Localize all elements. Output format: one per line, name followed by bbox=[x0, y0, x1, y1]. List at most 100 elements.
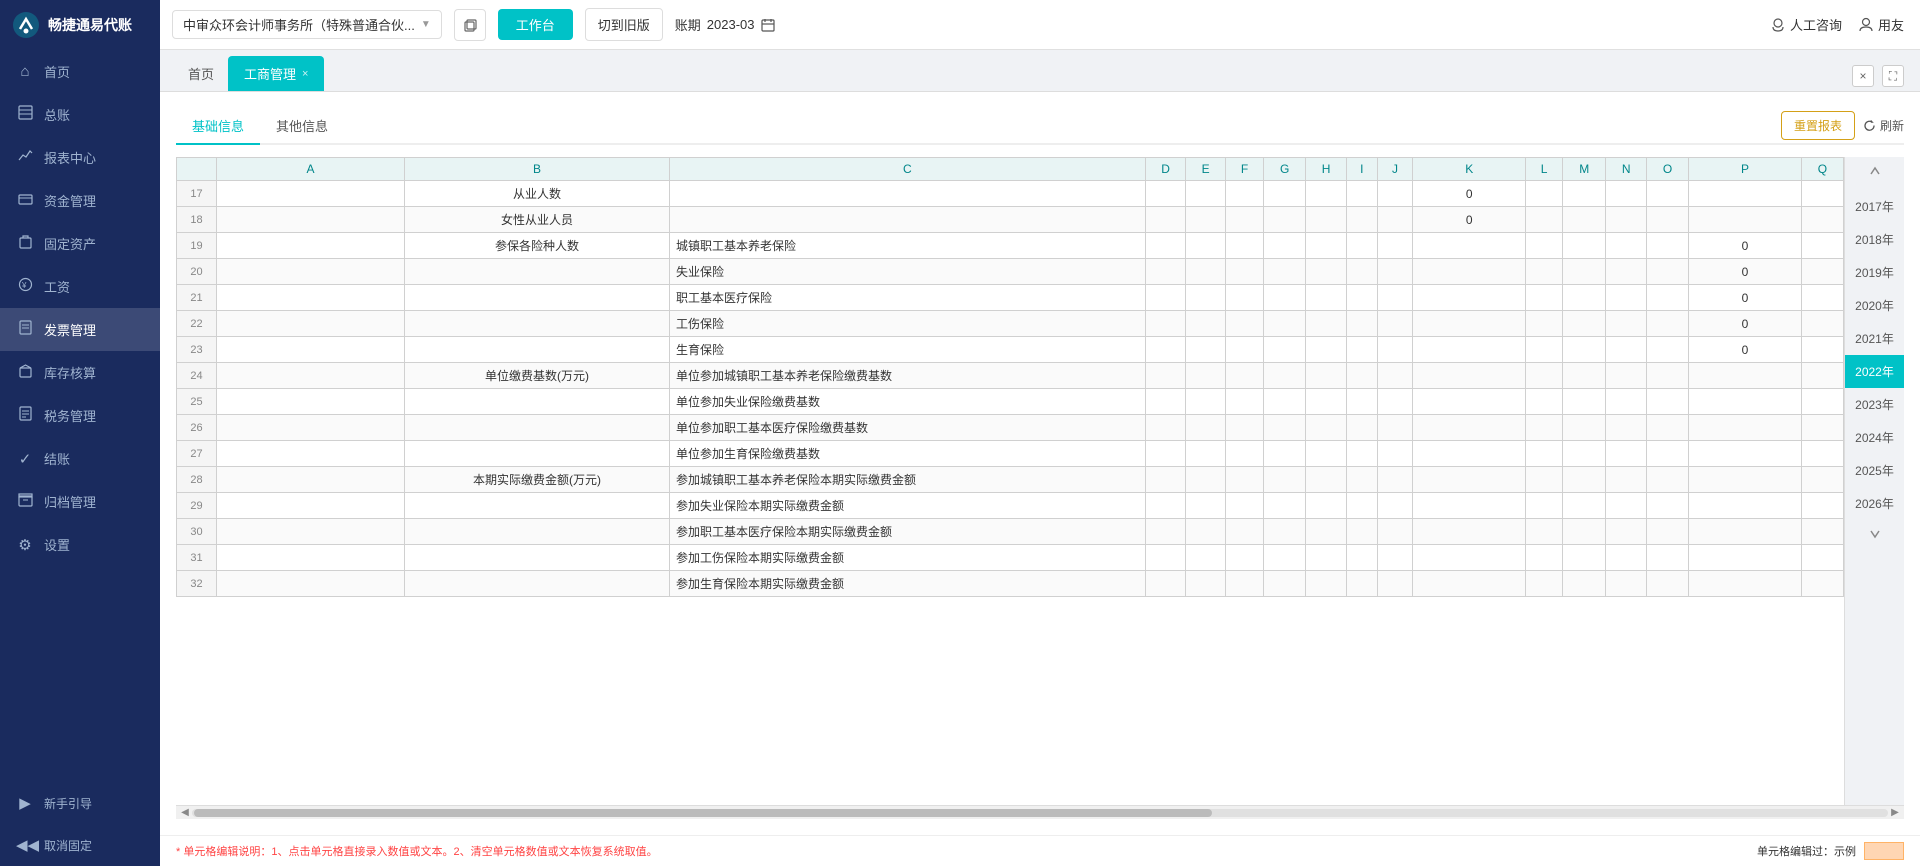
year-item-2024[interactable]: 2024年 bbox=[1845, 421, 1904, 454]
cell-29-j[interactable] bbox=[1377, 493, 1413, 519]
refresh-button[interactable]: 刷新 bbox=[1863, 111, 1904, 140]
company-selector[interactable]: 中审众环会计师事务所（特殊普通合伙... ▼ bbox=[172, 10, 442, 39]
sub-tab-other[interactable]: 其他信息 bbox=[260, 108, 344, 143]
cell-17-c[interactable] bbox=[670, 181, 1146, 207]
cell-24-b[interactable]: 单位缴费基数(万元) bbox=[404, 363, 669, 389]
cell-19-n[interactable] bbox=[1606, 233, 1647, 259]
cell-28-d[interactable] bbox=[1145, 467, 1186, 493]
cell-27-d[interactable] bbox=[1145, 441, 1186, 467]
cell-18-b[interactable]: 女性从业人员 bbox=[404, 207, 669, 233]
cell-20-h[interactable] bbox=[1306, 259, 1347, 285]
cell-23-o[interactable] bbox=[1647, 337, 1689, 363]
cell-22-c[interactable]: 工伤保险 bbox=[670, 311, 1146, 337]
cell-27-p[interactable] bbox=[1689, 441, 1802, 467]
cell-30-p[interactable] bbox=[1689, 519, 1802, 545]
cell-20-q[interactable] bbox=[1801, 259, 1843, 285]
cell-27-i[interactable] bbox=[1346, 441, 1377, 467]
cell-17-p[interactable] bbox=[1689, 181, 1802, 207]
cell-18-q[interactable] bbox=[1801, 207, 1843, 233]
cell-17-m[interactable] bbox=[1563, 181, 1606, 207]
tab-close-button[interactable]: × bbox=[302, 68, 308, 80]
cell-32-g[interactable] bbox=[1264, 571, 1306, 597]
cell-28-f[interactable] bbox=[1225, 467, 1263, 493]
cell-26-c[interactable]: 单位参加职工基本医疗保险缴费基数 bbox=[670, 415, 1146, 441]
scroll-right-button[interactable]: ▶ bbox=[1888, 806, 1902, 820]
cell-17-o[interactable] bbox=[1647, 181, 1689, 207]
cell-18-l[interactable] bbox=[1526, 207, 1563, 233]
cell-25-n[interactable] bbox=[1606, 389, 1647, 415]
old-version-button[interactable]: 切到旧版 bbox=[585, 8, 663, 41]
cell-27-o[interactable] bbox=[1647, 441, 1689, 467]
cell-31-p[interactable] bbox=[1689, 545, 1802, 571]
cell-22-m[interactable] bbox=[1563, 311, 1606, 337]
cell-31-l[interactable] bbox=[1526, 545, 1563, 571]
cell-25-j[interactable] bbox=[1377, 389, 1413, 415]
year-item-2023[interactable]: 2023年 bbox=[1845, 388, 1904, 421]
cell-31-c[interactable]: 参加工伤保险本期实际缴费金额 bbox=[670, 545, 1146, 571]
cell-32-m[interactable] bbox=[1563, 571, 1606, 597]
cell-30-b[interactable] bbox=[404, 519, 669, 545]
cell-17-a[interactable] bbox=[217, 181, 405, 207]
cell-28-j[interactable] bbox=[1377, 467, 1413, 493]
cell-32-d[interactable] bbox=[1145, 571, 1186, 597]
cell-27-b[interactable] bbox=[404, 441, 669, 467]
cell-20-a[interactable] bbox=[217, 259, 405, 285]
cell-26-a[interactable] bbox=[217, 415, 405, 441]
cell-21-d[interactable] bbox=[1145, 285, 1186, 311]
cell-25-q[interactable] bbox=[1801, 389, 1843, 415]
cell-32-e[interactable] bbox=[1186, 571, 1226, 597]
cell-19-h[interactable] bbox=[1306, 233, 1347, 259]
cell-23-k[interactable] bbox=[1413, 337, 1526, 363]
cell-23-b[interactable] bbox=[404, 337, 669, 363]
cell-21-h[interactable] bbox=[1306, 285, 1347, 311]
cell-23-g[interactable] bbox=[1264, 337, 1306, 363]
cell-22-p[interactable]: 0 bbox=[1689, 311, 1802, 337]
cell-17-k[interactable]: 0 bbox=[1413, 181, 1526, 207]
sidebar-item-report[interactable]: 报表中心 bbox=[0, 136, 160, 179]
cell-23-l[interactable] bbox=[1526, 337, 1563, 363]
cell-27-g[interactable] bbox=[1264, 441, 1306, 467]
cell-27-l[interactable] bbox=[1526, 441, 1563, 467]
cell-26-i[interactable] bbox=[1346, 415, 1377, 441]
cell-31-m[interactable] bbox=[1563, 545, 1606, 571]
cell-29-e[interactable] bbox=[1186, 493, 1226, 519]
cell-20-b[interactable] bbox=[404, 259, 669, 285]
cell-28-b[interactable]: 本期实际缴费金额(万元) bbox=[404, 467, 669, 493]
cell-19-k[interactable] bbox=[1413, 233, 1526, 259]
cell-23-n[interactable] bbox=[1606, 337, 1647, 363]
cell-31-e[interactable] bbox=[1186, 545, 1226, 571]
cell-22-n[interactable] bbox=[1606, 311, 1647, 337]
cell-28-l[interactable] bbox=[1526, 467, 1563, 493]
cell-23-a[interactable] bbox=[217, 337, 405, 363]
cell-31-k[interactable] bbox=[1413, 545, 1526, 571]
cell-19-p[interactable]: 0 bbox=[1689, 233, 1802, 259]
cell-30-e[interactable] bbox=[1186, 519, 1226, 545]
cell-24-o[interactable] bbox=[1647, 363, 1689, 389]
cell-17-d[interactable] bbox=[1145, 181, 1186, 207]
cell-19-c[interactable]: 城镇职工基本养老保险 bbox=[670, 233, 1146, 259]
cell-26-h[interactable] bbox=[1306, 415, 1347, 441]
cell-29-b[interactable] bbox=[404, 493, 669, 519]
cell-30-j[interactable] bbox=[1377, 519, 1413, 545]
cell-32-o[interactable] bbox=[1647, 571, 1689, 597]
cell-18-p[interactable] bbox=[1689, 207, 1802, 233]
cell-31-a[interactable] bbox=[217, 545, 405, 571]
sidebar-item-ledger[interactable]: 总账 bbox=[0, 93, 160, 136]
cell-30-h[interactable] bbox=[1306, 519, 1347, 545]
cell-32-k[interactable] bbox=[1413, 571, 1526, 597]
cell-19-m[interactable] bbox=[1563, 233, 1606, 259]
cell-31-h[interactable] bbox=[1306, 545, 1347, 571]
cell-24-k[interactable] bbox=[1413, 363, 1526, 389]
sidebar-item-unpin[interactable]: ◀◀ 取消固定 bbox=[0, 824, 160, 866]
cell-17-g[interactable] bbox=[1264, 181, 1306, 207]
cell-28-k[interactable] bbox=[1413, 467, 1526, 493]
cell-18-h[interactable] bbox=[1306, 207, 1347, 233]
cell-19-j[interactable] bbox=[1377, 233, 1413, 259]
sidebar-item-asset[interactable]: 固定资产 bbox=[0, 222, 160, 265]
cell-30-q[interactable] bbox=[1801, 519, 1843, 545]
cell-26-n[interactable] bbox=[1606, 415, 1647, 441]
cell-29-a[interactable] bbox=[217, 493, 405, 519]
tab-gongshang[interactable]: 工商管理 × bbox=[228, 56, 324, 91]
cell-26-j[interactable] bbox=[1377, 415, 1413, 441]
year-item-2019[interactable]: 2019年 bbox=[1845, 256, 1904, 289]
